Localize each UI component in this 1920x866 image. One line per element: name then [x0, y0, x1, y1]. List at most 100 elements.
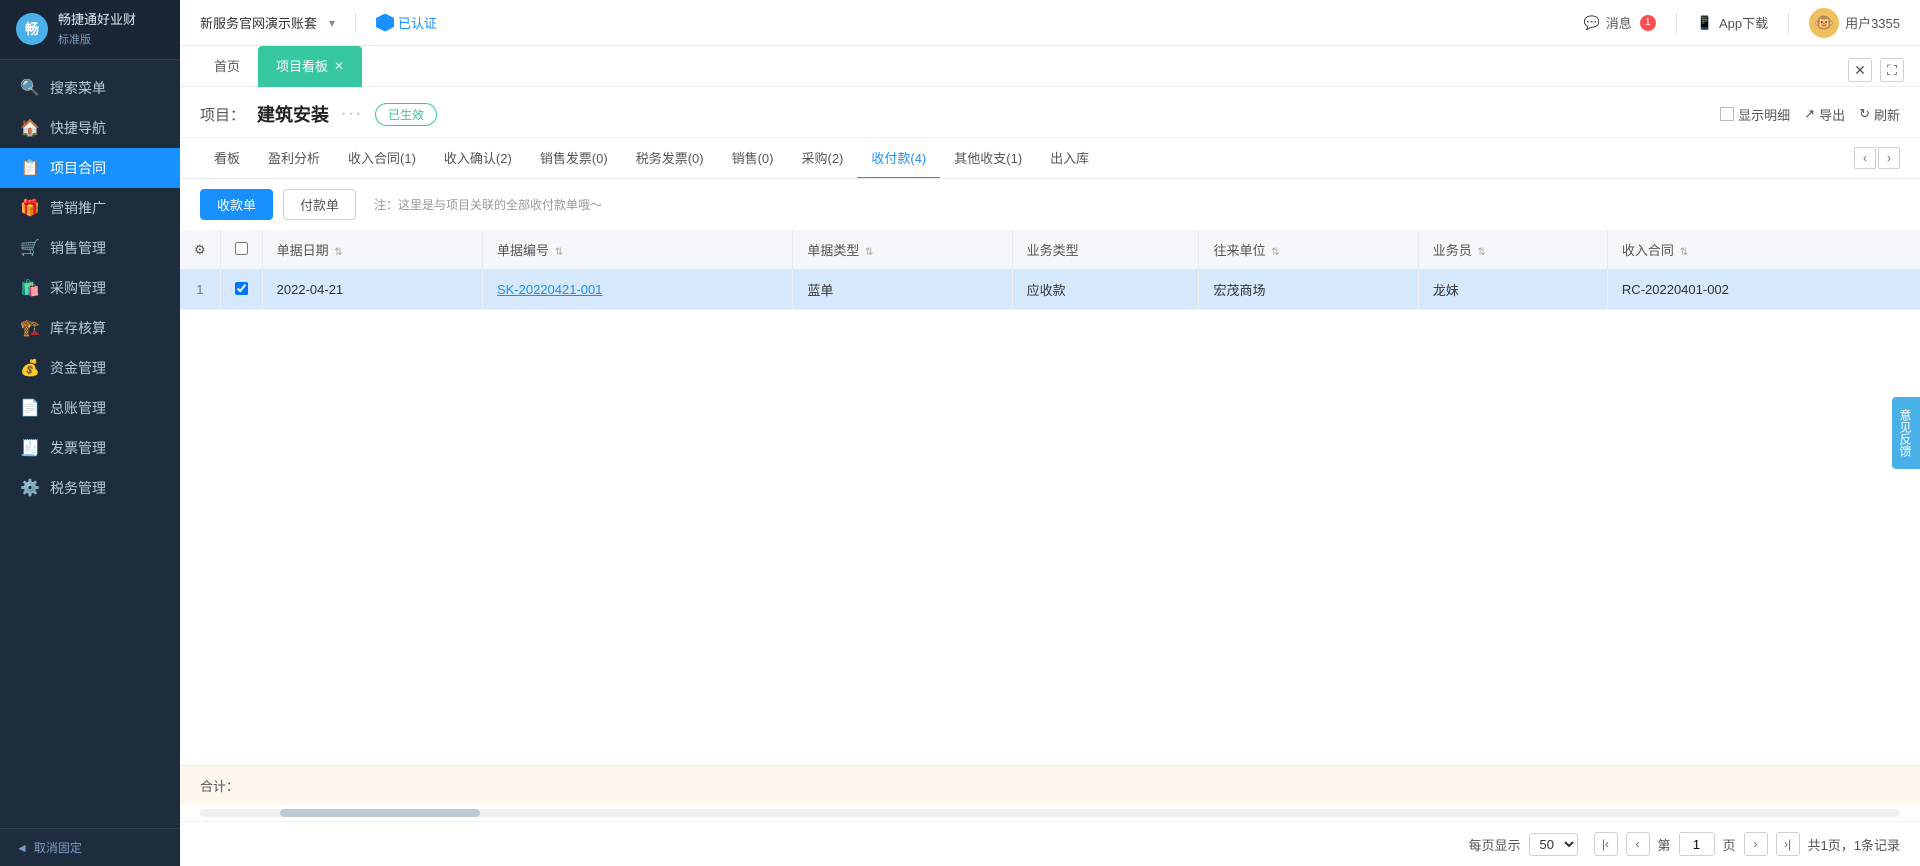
- sidebar-item-label: 资金管理: [50, 358, 106, 378]
- sidebar-item-fund[interactable]: 💰 资金管理: [0, 348, 180, 388]
- tab-project-board[interactable]: 项目看板 ✕: [258, 46, 362, 87]
- sec-tabs-next-button[interactable]: ›: [1878, 147, 1900, 169]
- cell-salesperson: 龙妹: [1418, 270, 1607, 310]
- sub-tab-payment[interactable]: 付款单: [283, 189, 356, 220]
- sidebar-item-search[interactable]: 🔍 搜索菜单: [0, 68, 180, 108]
- sec-tab-sales[interactable]: 销售(0): [718, 138, 788, 179]
- topbar-project-name: 新服务官网演示账套: [200, 13, 317, 32]
- app-download-action[interactable]: 📱 App下载: [1697, 13, 1768, 32]
- sub-tabs: 收款单 付款单 注：这里是与项目关联的全部收付款单哦～: [180, 179, 1920, 230]
- table-col-partner[interactable]: 往来单位 ⇅: [1199, 230, 1418, 270]
- invoice-icon: 🧾: [20, 438, 40, 458]
- sidebar-item-purchase[interactable]: 🛍️ 采购管理: [0, 268, 180, 308]
- table-col-salesperson[interactable]: 业务员 ⇅: [1418, 230, 1607, 270]
- sec-tab-other-expense[interactable]: 其他收支(1): [940, 138, 1036, 179]
- sidebar-header: 畅 畅捷通好业财 标准版: [0, 0, 180, 60]
- messages-action[interactable]: 💬 消息 1: [1584, 13, 1656, 32]
- page-prev-button[interactable]: ‹: [1626, 832, 1650, 856]
- sec-tab-profit[interactable]: 盈利分析: [254, 138, 334, 179]
- tab-expand-button[interactable]: ⛶: [1880, 58, 1904, 82]
- sec-tab-receipts[interactable]: 收付款(4): [857, 138, 940, 179]
- sec-tab-income-contract[interactable]: 收入合同(1): [334, 138, 430, 179]
- export-icon: ↗: [1804, 106, 1815, 122]
- sec-tab-purchase[interactable]: 采购(2): [787, 138, 857, 179]
- tab-home[interactable]: 首页: [196, 46, 258, 87]
- sidebar-item-label: 营销推广: [50, 198, 106, 218]
- sidebar-item-label: 销售管理: [50, 238, 106, 258]
- table-col-number[interactable]: 单据编号 ⇅: [482, 230, 792, 270]
- sales-icon: 🛒: [20, 238, 40, 258]
- sidebar-item-project-contract[interactable]: 📋 项目合同: [0, 148, 180, 188]
- doc-number-link[interactable]: SK-20220421-001: [497, 282, 603, 297]
- project-prefix: 项目：: [200, 104, 245, 125]
- sidebar-item-invoice[interactable]: 🧾 发票管理: [0, 428, 180, 468]
- sidebar-item-inventory[interactable]: 🏗️ 库存核算: [0, 308, 180, 348]
- purchase-icon: 🛍️: [20, 278, 40, 298]
- table-col-income-contract[interactable]: 收入合同 ⇅: [1607, 230, 1920, 270]
- select-all-checkbox[interactable]: [235, 242, 248, 255]
- tab-close-window-button[interactable]: ✕: [1848, 58, 1872, 82]
- sidebar-item-label: 搜索菜单: [50, 78, 106, 98]
- sec-tab-inout[interactable]: 出入库: [1036, 138, 1103, 179]
- sub-tab-hint: 注：这里是与项目关联的全部收付款单哦～: [374, 196, 602, 213]
- main-area: 新服务官网演示账套 ▾ 已认证 💬 消息 1 📱 App下载 🐵 用户335: [180, 0, 1920, 866]
- refresh-button[interactable]: ↻ 刷新: [1859, 105, 1900, 124]
- user-label: 用户3355: [1845, 13, 1900, 32]
- scroll-track: [200, 809, 1900, 817]
- topbar-dropdown-icon[interactable]: ▾: [329, 16, 335, 30]
- sort-partner-icon: ⇅: [1271, 247, 1279, 258]
- feedback-button[interactable]: 意见反馈: [1892, 397, 1920, 469]
- page-unit: 页: [1723, 835, 1736, 854]
- row-checkbox[interactable]: [235, 282, 248, 295]
- sec-tabs-prev-button[interactable]: ‹: [1854, 147, 1876, 169]
- table-col-settings[interactable]: ⚙: [180, 230, 220, 270]
- tab-close-icon[interactable]: ✕: [334, 59, 344, 73]
- sidebar-unpin[interactable]: ◄ 取消固定: [0, 828, 180, 866]
- sidebar-item-sales[interactable]: 🛒 销售管理: [0, 228, 180, 268]
- topbar: 新服务官网演示账套 ▾ 已认证 💬 消息 1 📱 App下载 🐵 用户335: [180, 0, 1920, 46]
- sidebar-item-marketing[interactable]: 🎁 营销推广: [0, 188, 180, 228]
- per-page-select[interactable]: 50: [1529, 833, 1578, 856]
- sec-tab-board[interactable]: 看板: [200, 138, 254, 179]
- sec-tabs-nav: ‹ ›: [1854, 147, 1900, 169]
- table-col-biz-type: 业务类型: [1012, 230, 1199, 270]
- phone-icon: 📱: [1697, 15, 1713, 31]
- sidebar-item-tax[interactable]: ⚙️ 税务管理: [0, 468, 180, 508]
- sec-tab-sales-invoice[interactable]: 销售发票(0): [526, 138, 622, 179]
- table-col-checkbox: [220, 230, 262, 270]
- sort-number-icon: ⇅: [555, 247, 563, 258]
- fund-icon: 💰: [20, 358, 40, 378]
- sec-tab-tax-invoice[interactable]: 税务发票(0): [622, 138, 718, 179]
- content: 项目： 建筑安装 ··· 已生效 显示明细 ↗ 导出 ↻ 刷新: [180, 87, 1920, 866]
- project-more-button[interactable]: ···: [341, 105, 363, 123]
- user-action[interactable]: 🐵 用户3355: [1809, 8, 1900, 38]
- cell-date: 2022-04-21: [262, 270, 482, 310]
- tabbar: 首页 项目看板 ✕ ✕ ⛶: [180, 46, 1920, 87]
- table-col-type[interactable]: 单据类型 ⇅: [793, 230, 1012, 270]
- page-next-button[interactable]: ›: [1744, 832, 1768, 856]
- page-last-button[interactable]: ›|: [1776, 832, 1800, 856]
- table-col-date[interactable]: 单据日期 ⇅: [262, 230, 482, 270]
- scroll-thumb[interactable]: [280, 809, 480, 817]
- certified-shield-icon: [376, 14, 394, 32]
- sort-type-icon: ⇅: [865, 247, 873, 258]
- sec-tab-income-confirm[interactable]: 收入确认(2): [430, 138, 526, 179]
- export-button[interactable]: ↗ 导出: [1804, 105, 1845, 124]
- messages-badge: 1: [1640, 15, 1656, 31]
- secondary-tabs: 看板 盈利分析 收入合同(1) 收入确认(2) 销售发票(0) 税务发票(0) …: [180, 138, 1920, 179]
- page-first-button[interactable]: |‹: [1594, 832, 1618, 856]
- cell-biz-type: 应收款: [1012, 270, 1199, 310]
- app-logo: 畅: [16, 13, 48, 45]
- sidebar-item-label: 总账管理: [50, 398, 106, 418]
- sidebar-item-quick-nav[interactable]: 🏠 快捷导航: [0, 108, 180, 148]
- cell-partner: 宏茂商场: [1199, 270, 1418, 310]
- sidebar-item-ledger[interactable]: 📄 总账管理: [0, 388, 180, 428]
- project-status-badge: 已生效: [375, 103, 437, 126]
- page-input[interactable]: [1679, 832, 1715, 856]
- sub-tab-receipt[interactable]: 收款单: [200, 189, 273, 220]
- show-detail-checkbox[interactable]: 显示明细: [1720, 105, 1790, 124]
- sort-contract-icon: ⇅: [1680, 247, 1688, 258]
- table-row: 1 2022-04-21 SK-20220421-001 蓝单 应收款 宏茂商场…: [180, 270, 1920, 310]
- cell-checkbox: [220, 270, 262, 310]
- project-header: 项目： 建筑安装 ··· 已生效 显示明细 ↗ 导出 ↻ 刷新: [180, 87, 1920, 138]
